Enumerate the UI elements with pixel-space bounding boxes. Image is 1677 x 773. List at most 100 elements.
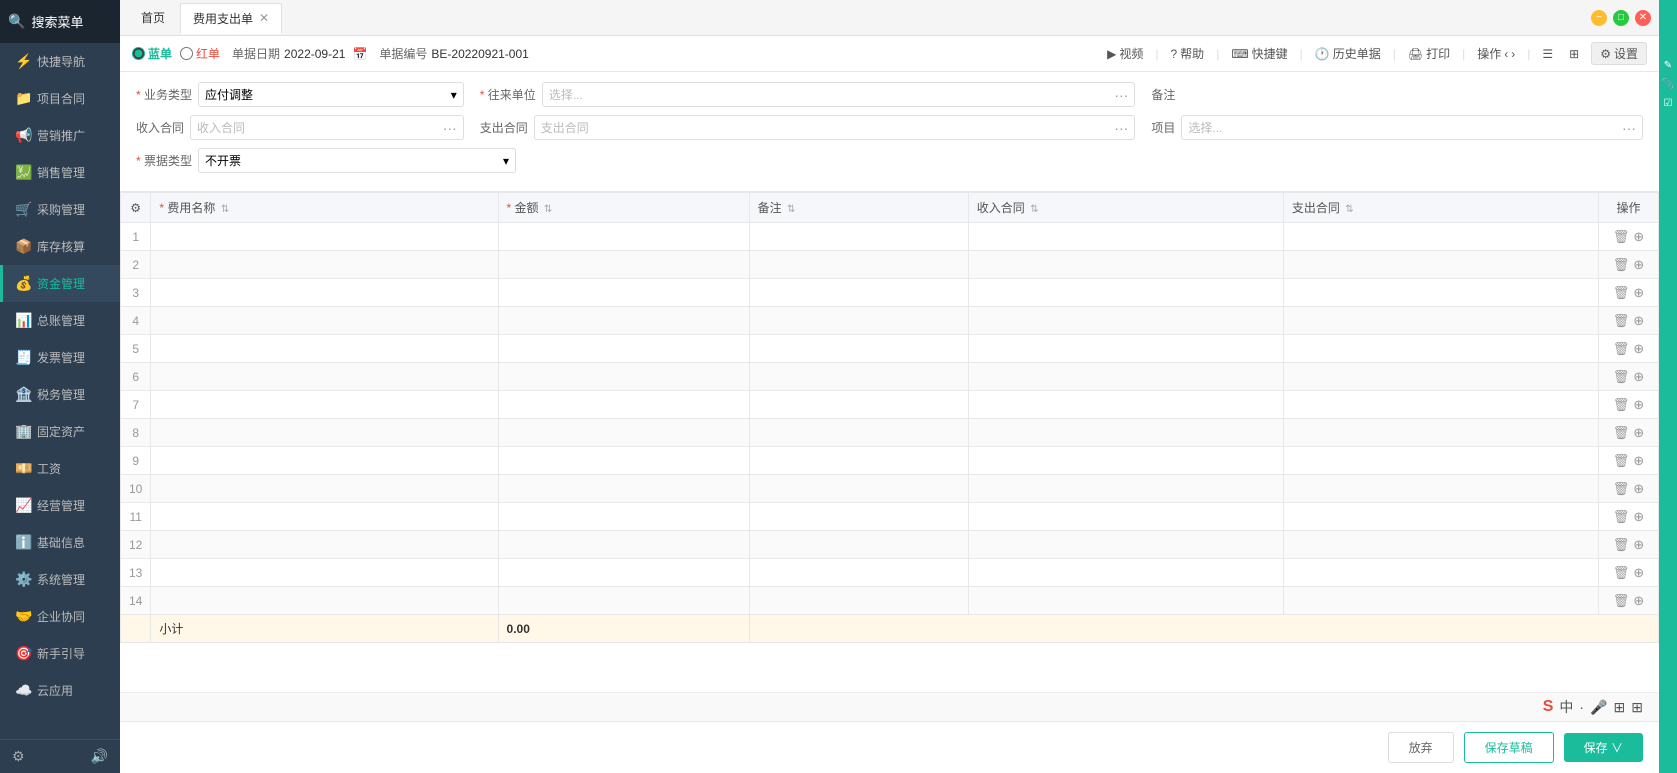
row-amount-10[interactable]	[498, 475, 749, 503]
delete-row-icon-12[interactable]: 🗑	[1613, 537, 1630, 553]
row-expense-contract-4[interactable]	[1283, 307, 1598, 335]
row-income-contract-6[interactable]	[968, 363, 1283, 391]
copy-row-icon-2[interactable]: ⊕	[1633, 257, 1644, 273]
row-expense-contract-10[interactable]	[1283, 475, 1598, 503]
blue-bill-radio[interactable]: 蓝单	[132, 45, 172, 62]
row-note-6[interactable]	[749, 363, 968, 391]
column-config-icon[interactable]: ⚙	[130, 201, 141, 215]
row-amount-11[interactable]	[498, 503, 749, 531]
close-button[interactable]: ✕	[1635, 10, 1651, 26]
copy-row-icon-5[interactable]: ⊕	[1633, 341, 1644, 357]
row-expense-name-9[interactable]	[151, 447, 498, 475]
delete-row-icon-14[interactable]: 🗑	[1613, 593, 1630, 609]
ime-mic-icon[interactable]: 🎤	[1590, 699, 1607, 716]
row-expense-contract-14[interactable]	[1283, 587, 1598, 615]
sort-income-icon[interactable]: ⇅	[1030, 204, 1038, 215]
delete-row-icon-13[interactable]: 🗑	[1613, 565, 1630, 581]
sort-expense-name-icon[interactable]: ⇅	[221, 204, 229, 215]
row-note-12[interactable]	[749, 531, 968, 559]
row-income-contract-4[interactable]	[968, 307, 1283, 335]
copy-row-icon-12[interactable]: ⊕	[1633, 537, 1644, 553]
row-note-5[interactable]	[749, 335, 968, 363]
row-note-14[interactable]	[749, 587, 968, 615]
ime-zhong-icon[interactable]: 中	[1559, 697, 1573, 717]
row-expense-name-8[interactable]	[151, 419, 498, 447]
project-input[interactable]: 选择... ···	[1181, 115, 1643, 140]
row-expense-name-10[interactable]	[151, 475, 498, 503]
row-note-1[interactable]	[749, 223, 968, 251]
row-income-contract-14[interactable]	[968, 587, 1283, 615]
sidebar-item-企业协同[interactable]: 🤝企业协同	[0, 598, 120, 635]
sidebar-search-label[interactable]: 搜索菜单	[31, 12, 83, 31]
invoice-type-dropdown[interactable]: 不开票 ▾	[198, 148, 516, 173]
row-expense-name-14[interactable]	[151, 587, 498, 615]
row-note-13[interactable]	[749, 559, 968, 587]
right-panel-icon-3[interactable]: ☑	[1664, 98, 1673, 109]
row-expense-contract-12[interactable]	[1283, 531, 1598, 559]
copy-row-icon-9[interactable]: ⊕	[1633, 453, 1644, 469]
row-note-4[interactable]	[749, 307, 968, 335]
print-button[interactable]: 🖨 打印	[1404, 43, 1454, 64]
ime-keyboard-icon[interactable]: ⊞	[1614, 699, 1626, 716]
row-income-contract-3[interactable]	[968, 279, 1283, 307]
delete-row-icon-5[interactable]: 🗑	[1613, 341, 1630, 357]
project-dots[interactable]: ···	[1622, 120, 1636, 136]
sidebar-item-销售管理[interactable]: 💹销售管理	[0, 154, 120, 191]
income-contract-input[interactable]: 收入合同 ···	[190, 115, 464, 140]
row-expense-name-7[interactable]	[151, 391, 498, 419]
volume-icon[interactable]: 🔊	[91, 748, 108, 765]
row-note-3[interactable]	[749, 279, 968, 307]
row-expense-contract-8[interactable]	[1283, 419, 1598, 447]
row-income-contract-12[interactable]	[968, 531, 1283, 559]
delete-row-icon-11[interactable]: 🗑	[1613, 509, 1630, 525]
sidebar-item-固定资产[interactable]: 🏢固定资产	[0, 413, 120, 450]
copy-row-icon-6[interactable]: ⊕	[1633, 369, 1644, 385]
maximize-button[interactable]: □	[1613, 10, 1629, 26]
expense-contract-dots[interactable]: ···	[1114, 120, 1128, 136]
copy-row-icon-11[interactable]: ⊕	[1633, 509, 1644, 525]
tab-close-button[interactable]: ✕	[259, 11, 269, 25]
tab-home[interactable]: 首页	[128, 2, 178, 33]
row-note-9[interactable]	[749, 447, 968, 475]
sidebar-item-工资[interactable]: 💴工资	[0, 450, 120, 487]
delete-row-icon-4[interactable]: 🗑	[1613, 313, 1630, 329]
sidebar-item-税务管理[interactable]: 🏦税务管理	[0, 376, 120, 413]
row-amount-14[interactable]	[498, 587, 749, 615]
row-amount-12[interactable]	[498, 531, 749, 559]
sidebar-item-云应用[interactable]: ☁️云应用	[0, 672, 120, 709]
note-input[interactable]	[1181, 88, 1643, 102]
row-expense-name-3[interactable]	[151, 279, 498, 307]
row-note-10[interactable]	[749, 475, 968, 503]
row-expense-name-5[interactable]	[151, 335, 498, 363]
right-panel-icon-1[interactable]: ✎	[1664, 60, 1672, 71]
row-note-7[interactable]	[749, 391, 968, 419]
row-income-contract-5[interactable]	[968, 335, 1283, 363]
col-gear[interactable]: ⚙	[121, 193, 151, 223]
row-amount-4[interactable]	[498, 307, 749, 335]
row-income-contract-7[interactable]	[968, 391, 1283, 419]
row-expense-name-2[interactable]	[151, 251, 498, 279]
ime-dot-icon[interactable]: ·	[1579, 699, 1584, 715]
row-amount-1[interactable]	[498, 223, 749, 251]
copy-row-icon-14[interactable]: ⊕	[1633, 593, 1644, 609]
row-note-8[interactable]	[749, 419, 968, 447]
copy-row-icon-1[interactable]: ⊕	[1633, 229, 1644, 245]
shortcut-button[interactable]: ⌨ 快捷键	[1227, 43, 1291, 64]
save-button[interactable]: 保存 ∨	[1564, 733, 1643, 762]
row-amount-7[interactable]	[498, 391, 749, 419]
copy-row-icon-4[interactable]: ⊕	[1633, 313, 1644, 329]
settings-icon[interactable]: ⚙	[12, 748, 25, 765]
expense-contract-input[interactable]: 支出合同 ···	[534, 115, 1136, 140]
video-button[interactable]: ▶ 视频	[1103, 43, 1147, 64]
row-amount-2[interactable]	[498, 251, 749, 279]
sort-note-icon[interactable]: ⇅	[787, 204, 795, 215]
history-button[interactable]: 🕐 历史单据	[1311, 43, 1385, 64]
row-expense-contract-11[interactable]	[1283, 503, 1598, 531]
sidebar-item-基础信息[interactable]: ℹ️基础信息	[0, 524, 120, 561]
row-expense-contract-7[interactable]	[1283, 391, 1598, 419]
delete-row-icon-1[interactable]: 🗑	[1613, 229, 1630, 245]
grid-view-button[interactable]: ⊞	[1565, 45, 1583, 63]
biz-type-dropdown[interactable]: 应付调整 ▾	[198, 82, 464, 107]
right-panel-icon-2[interactable]: 📎	[1662, 79, 1674, 90]
sidebar-item-项目合同[interactable]: 📁项目合同	[0, 80, 120, 117]
